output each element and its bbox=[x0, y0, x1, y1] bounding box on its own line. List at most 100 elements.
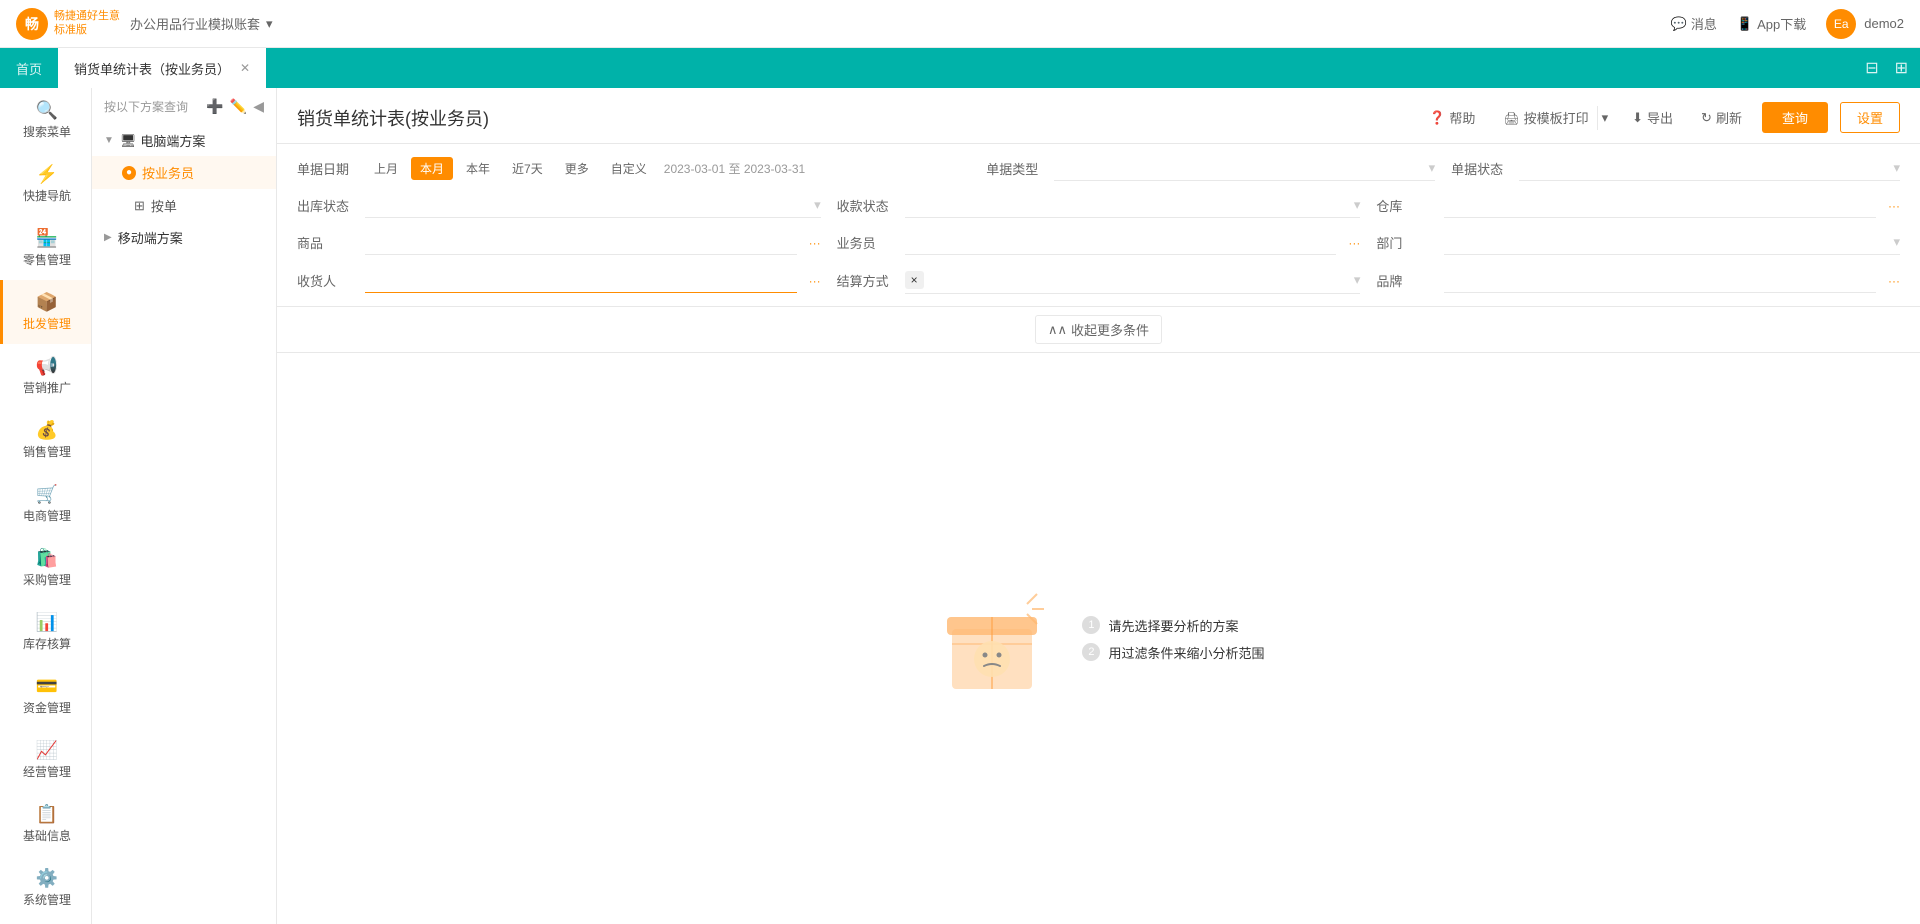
filter-date-label: 单据日期 bbox=[297, 159, 357, 178]
filter-doc-type-select[interactable]: ▾ bbox=[1054, 156, 1435, 181]
filter-salesperson-input[interactable] bbox=[905, 231, 1337, 255]
settings-button[interactable]: 设置 bbox=[1840, 102, 1900, 133]
tab-maximize-icon[interactable]: ⊞ bbox=[1891, 54, 1912, 82]
date-more[interactable]: 更多 bbox=[556, 157, 598, 180]
filter-doc-status-select[interactable]: ▾ bbox=[1519, 156, 1900, 181]
lp-section-mobile-header[interactable]: ▶ 移动端方案 bbox=[92, 222, 276, 253]
filter-brand-more[interactable]: ··· bbox=[1888, 274, 1900, 288]
refresh-button[interactable]: ↻ 刷新 bbox=[1693, 104, 1750, 131]
filter-settlement-arrow: ▾ bbox=[1354, 272, 1361, 288]
page-title: 销货单统计表(按业务员) bbox=[297, 105, 489, 131]
message-icon: 💬 bbox=[1671, 16, 1687, 32]
tab-sales-stat[interactable]: 销货单统计表（按业务员） ✕ bbox=[58, 48, 266, 88]
breadcrumb-area[interactable]: 办公用品行业模拟账套 ▾ bbox=[130, 14, 273, 33]
lp-item-by-order[interactable]: ⊞ 按单 bbox=[92, 189, 276, 222]
help-button[interactable]: ❓ 帮助 bbox=[1421, 104, 1483, 131]
lp-item-dot: ● bbox=[122, 166, 136, 180]
tab-close-icon[interactable]: ✕ bbox=[240, 61, 250, 75]
sidebar-item-retail[interactable]: 🏪 零售管理 bbox=[0, 216, 91, 280]
tab-home[interactable]: 首页 bbox=[0, 48, 58, 88]
sidebar-item-enterprise[interactable]: 🏢 企业协同 bbox=[0, 920, 91, 924]
filter-payment-status-arrow: ▾ bbox=[1354, 197, 1361, 213]
sidebar-item-purchase-label: 采购管理 bbox=[23, 571, 71, 588]
left-panel-header: 按以下方案查询 ➕ ✏️ ◀ bbox=[92, 88, 276, 121]
filter-doc-status-arrow: ▾ bbox=[1893, 160, 1900, 176]
filter-payment-status-select[interactable]: ▾ bbox=[905, 193, 1361, 218]
date-this-month[interactable]: 本月 bbox=[411, 157, 453, 180]
lp-item-by-salesperson[interactable]: ● 按业务员 bbox=[92, 156, 276, 189]
filter-warehouse-input[interactable] bbox=[1444, 194, 1876, 218]
filter-doc-type-label: 单据类型 bbox=[986, 159, 1046, 178]
sidebar: 🔍 搜索菜单 ⚡ 快捷导航 🏪 零售管理 📦 批发管理 📢 营销推广 💰 销售管… bbox=[0, 88, 92, 924]
sidebar-item-basic-label: 基础信息 bbox=[23, 827, 71, 844]
main-content: 销货单统计表(按业务员) ❓ 帮助 🖨 按模板打印 ▾ ⬇ bbox=[277, 88, 1920, 924]
query-button[interactable]: 查询 bbox=[1762, 102, 1828, 133]
date-last-month[interactable]: 上月 bbox=[365, 157, 407, 180]
sidebar-item-basic[interactable]: 📋 基础信息 bbox=[0, 792, 91, 856]
filter-payment-status-label: 收款状态 bbox=[837, 196, 897, 215]
lp-section-desktop: ▼ 🖥 电脑端方案 ● 按业务员 ⊞ 按单 bbox=[92, 125, 276, 222]
sidebar-item-ecommerce[interactable]: 🛒 电商管理 bbox=[0, 472, 91, 536]
help-label: 帮助 bbox=[1449, 108, 1475, 127]
header-left: 畅 畅捷通好生意 标准版 办公用品行业模拟账套 ▾ bbox=[16, 8, 273, 40]
filter-department-select[interactable]: ▾ bbox=[1444, 230, 1900, 255]
lp-section-desktop-header[interactable]: ▼ 🖥 电脑端方案 bbox=[92, 125, 276, 156]
breadcrumb-arrow[interactable]: ▾ bbox=[266, 16, 273, 32]
empty-hint-2: 2 用过滤条件来缩小分析范围 bbox=[1082, 643, 1264, 662]
user-area[interactable]: Ea demo2 bbox=[1826, 9, 1904, 39]
left-panel-collapse-button[interactable]: ◀ bbox=[253, 98, 264, 115]
filter-doc-status-label: 单据状态 bbox=[1451, 159, 1511, 178]
sidebar-item-operation[interactable]: 📈 经营管理 bbox=[0, 728, 91, 792]
breadcrumb-text: 办公用品行业模拟账套 bbox=[130, 14, 260, 33]
print-arrow-icon[interactable]: ▾ bbox=[1597, 106, 1613, 130]
sidebar-item-purchase[interactable]: 🛍️ 采购管理 bbox=[0, 536, 91, 600]
filter-receiver-input[interactable] bbox=[365, 269, 797, 293]
filter-warehouse-more[interactable]: ··· bbox=[1888, 199, 1900, 213]
sidebar-item-retail-label: 零售管理 bbox=[23, 251, 71, 268]
date-last-7-days[interactable]: 近7天 bbox=[503, 157, 552, 180]
filter-brand-input[interactable] bbox=[1444, 269, 1876, 293]
filter-salesperson-more[interactable]: ··· bbox=[1348, 236, 1360, 250]
print-button[interactable]: 🖨 按模板打印 ▾ bbox=[1495, 104, 1612, 131]
filter-product-input[interactable] bbox=[365, 231, 797, 255]
hint-num-2: 2 bbox=[1082, 643, 1100, 661]
sidebar-item-search[interactable]: 🔍 搜索菜单 bbox=[0, 88, 91, 152]
filter-settlement-label: 结算方式 bbox=[837, 271, 897, 290]
lp-item-by-order-label: 按单 bbox=[151, 196, 177, 215]
collapse-label: 收起更多条件 bbox=[1071, 320, 1149, 339]
sidebar-item-sales[interactable]: 💰 销售管理 bbox=[0, 408, 91, 472]
filter-row-2: 出库状态 ▾ 收款状态 ▾ 仓库 bbox=[297, 193, 1900, 218]
logo-area: 畅 畅捷通好生意 标准版 bbox=[16, 8, 120, 40]
sidebar-item-inventory[interactable]: 📊 库存核算 bbox=[0, 600, 91, 664]
filter-brand-label: 品牌 bbox=[1376, 271, 1436, 290]
sidebar-item-system[interactable]: ⚙️ 系统管理 bbox=[0, 856, 91, 920]
filter-out-status-field: 出库状态 ▾ bbox=[297, 193, 821, 218]
finance-icon: 💳 bbox=[36, 676, 58, 697]
tab-minimize-icon[interactable]: ⊟ bbox=[1861, 54, 1882, 82]
date-custom[interactable]: 自定义 bbox=[602, 157, 656, 180]
filter-department-field: 部门 ▾ bbox=[1376, 230, 1900, 255]
app-download-button[interactable]: 📱 App下载 bbox=[1737, 14, 1806, 33]
filter-product-more[interactable]: ··· bbox=[809, 236, 821, 250]
collapse-button[interactable]: ∧∧ 收起更多条件 bbox=[1035, 315, 1162, 344]
lp-section-mobile-label: 移动端方案 bbox=[118, 228, 183, 247]
empty-text-area: 1 请先选择要分析的方案 2 用过滤条件来缩小分析范围 bbox=[1082, 616, 1264, 662]
sidebar-item-wholesale[interactable]: 📦 批发管理 bbox=[0, 280, 91, 344]
empty-hint-1-text: 请先选择要分析的方案 bbox=[1108, 616, 1238, 635]
sidebar-item-ecommerce-label: 电商管理 bbox=[23, 507, 71, 524]
filter-receiver-more[interactable]: ··· bbox=[809, 274, 821, 288]
left-panel-edit-button[interactable]: ✏️ bbox=[230, 98, 247, 115]
export-button[interactable]: ⬇ 导出 bbox=[1624, 104, 1681, 131]
refresh-label: 刷新 bbox=[1716, 108, 1742, 127]
date-this-year[interactable]: 本年 bbox=[457, 157, 499, 180]
filter-settlement-select[interactable]: × ▾ bbox=[905, 267, 1361, 294]
sidebar-item-finance[interactable]: 💳 资金管理 bbox=[0, 664, 91, 728]
sidebar-item-quick-nav[interactable]: ⚡ 快捷导航 bbox=[0, 152, 91, 216]
message-button[interactable]: 💬 消息 bbox=[1671, 14, 1717, 33]
sidebar-item-marketing[interactable]: 📢 营销推广 bbox=[0, 344, 91, 408]
empty-state-content: 1 请先选择要分析的方案 2 用过滤条件来缩小分析范围 bbox=[932, 579, 1264, 699]
left-panel-add-button[interactable]: ➕ bbox=[206, 98, 223, 115]
filter-out-status-select[interactable]: ▾ bbox=[365, 193, 821, 218]
sidebar-item-search-label: 搜索菜单 bbox=[23, 123, 71, 140]
sidebar-item-marketing-label: 营销推广 bbox=[23, 379, 71, 396]
